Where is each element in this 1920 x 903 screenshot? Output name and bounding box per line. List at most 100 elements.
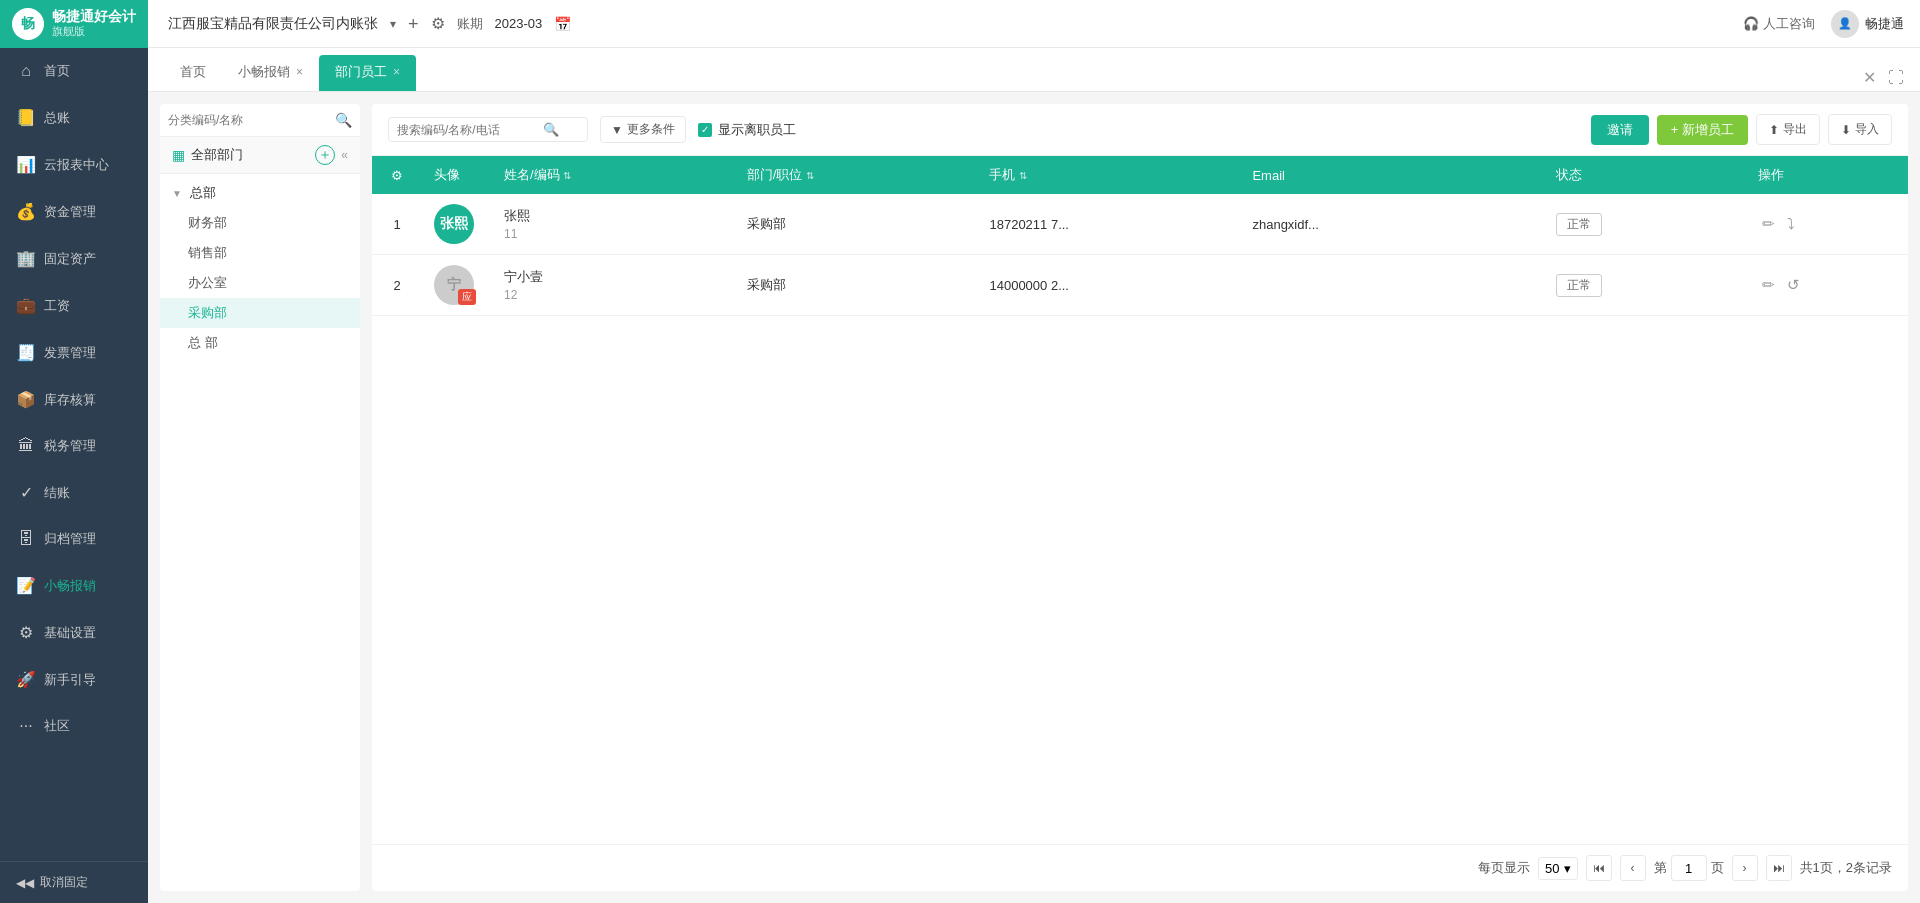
sidebar-item-ledger[interactable]: 📒 总账: [0, 94, 148, 141]
last-page-btn[interactable]: ⏭: [1766, 855, 1792, 881]
invite-btn[interactable]: 邀请: [1591, 115, 1649, 145]
sidebar-item-label: 云报表中心: [44, 156, 109, 174]
tab-expand-btn[interactable]: ⛶: [1888, 69, 1904, 87]
dept-label: 财务部: [188, 215, 227, 230]
status-badge: 正常: [1556, 274, 1602, 297]
dept-node-purchase[interactable]: 采购部: [160, 298, 360, 328]
employee-table-container: ⚙ 头像 姓名/编码 ⇅ 部门/职位 ⇅: [372, 156, 1908, 844]
edit-employee-btn[interactable]: ✏: [1758, 213, 1779, 235]
sidebar-item-basic[interactable]: ⚙ 基础设置: [0, 609, 148, 656]
col-settings[interactable]: ⚙: [372, 156, 422, 194]
user-area[interactable]: 👤 畅捷通: [1831, 10, 1904, 38]
guide-icon: 🚀: [16, 670, 36, 689]
sidebar-item-label: 税务管理: [44, 437, 96, 455]
calendar-icon[interactable]: 📅: [554, 16, 571, 32]
dept-node-finance[interactable]: 财务部: [160, 208, 360, 238]
import-btn[interactable]: ⬇ 导入: [1828, 114, 1892, 145]
toolbar: 🔍 ▼ 更多条件 ✓ 显示离职员工 邀请 + 新增员工 ⬆: [372, 104, 1908, 156]
company-dropdown-btn[interactable]: ▾: [390, 17, 396, 31]
expand-icon: ▼: [172, 188, 182, 199]
dept-search-btn[interactable]: 🔍: [335, 112, 352, 128]
funds-icon: 💰: [16, 202, 36, 221]
sidebar-item-tax[interactable]: 🏛 税务管理: [0, 423, 148, 469]
tab-employee-close-btn[interactable]: ×: [393, 65, 400, 79]
archive-icon: 🗄: [16, 530, 36, 548]
sidebar-item-label: 发票管理: [44, 344, 96, 362]
sidebar-item-assets[interactable]: 🏢 固定资产: [0, 235, 148, 282]
dept-node-hq[interactable]: ▼ 总部: [160, 178, 360, 208]
headset-icon: 🎧: [1743, 16, 1759, 31]
row-index: 2: [372, 255, 422, 316]
filter-btn[interactable]: ▼ 更多条件: [600, 116, 686, 143]
show-inactive-label: 显示离职员工: [718, 121, 796, 139]
tab-home-label: 首页: [180, 63, 206, 81]
sidebar-item-archive[interactable]: 🗄 归档管理: [0, 516, 148, 562]
checkbox-checked-icon: ✓: [698, 123, 712, 137]
name-sort-icon: ⇅: [563, 170, 571, 181]
sidebar-item-checkout[interactable]: ✓ 结账: [0, 469, 148, 516]
unpin-btn[interactable]: ◀◀ 取消固定: [0, 861, 148, 903]
page-number-input[interactable]: [1671, 855, 1707, 881]
settings-btn[interactable]: ⚙: [431, 14, 445, 33]
dept-all-label[interactable]: 全部部门: [191, 146, 309, 164]
sidebar-item-label: 结账: [44, 484, 70, 502]
sidebar-item-home[interactable]: ⌂ 首页: [0, 48, 148, 94]
tab-employee[interactable]: 部门员工 ×: [319, 55, 416, 91]
add-employee-btn[interactable]: + 新增员工: [1657, 115, 1748, 145]
xiao-expense-icon: 📝: [16, 576, 36, 595]
edit-employee-btn[interactable]: ✏: [1758, 274, 1779, 296]
dept-search-input[interactable]: [168, 113, 331, 127]
col-status: 状态: [1544, 156, 1746, 194]
sidebar-item-inventory[interactable]: 📦 库存核算: [0, 376, 148, 423]
sidebar-item-reports[interactable]: 📊 云报表中心: [0, 141, 148, 188]
row-action-cell: ✏ ↺: [1746, 255, 1908, 316]
delete-employee-btn[interactable]: ⤵: [1783, 213, 1799, 234]
col-phone[interactable]: 手机 ⇅: [977, 156, 1240, 194]
sidebar-item-xiao-expense[interactable]: 📝 小畅报销: [0, 562, 148, 609]
tab-expense[interactable]: 小畅报销 ×: [222, 55, 319, 91]
sidebar-item-label: 基础设置: [44, 624, 96, 642]
sidebar-item-guide[interactable]: 🚀 新手引导: [0, 656, 148, 703]
dept-collapse-btn[interactable]: «: [341, 148, 348, 162]
home-icon: ⌂: [16, 62, 36, 80]
service-btn[interactable]: 🎧 人工咨询: [1743, 15, 1815, 33]
page-total-label: 共1页，2条记录: [1800, 859, 1892, 877]
col-action: 操作: [1746, 156, 1908, 194]
dept-add-btn[interactable]: ＋: [315, 145, 335, 165]
dept-tree: ▼ 总部 财务部 销售部 办公室 采购部: [160, 174, 360, 891]
filter-label: 更多条件: [627, 121, 675, 138]
tab-expense-close-btn[interactable]: ×: [296, 65, 303, 79]
pagination: 每页显示 50 ▾ ⏮ ‹ 第 页 › ⏭ 共1页，2条记录: [372, 844, 1908, 891]
dept-node-office[interactable]: 办公室: [160, 268, 360, 298]
service-label: 人工咨询: [1763, 15, 1815, 33]
show-inactive-toggle[interactable]: ✓ 显示离职员工: [698, 121, 796, 139]
employee-code: 12: [504, 288, 723, 302]
export-btn[interactable]: ⬆ 导出: [1756, 114, 1820, 145]
tab-home[interactable]: 首页: [164, 55, 222, 91]
pin-icon: ◀◀: [16, 876, 34, 890]
delete-employee-btn[interactable]: ↺: [1783, 274, 1804, 296]
page-size-label: 每页显示: [1478, 859, 1530, 877]
phone-sort-icon: ⇅: [1019, 170, 1027, 181]
row-dept-cell: 采购部: [735, 255, 978, 316]
dept-node-general[interactable]: 总 部: [160, 328, 360, 358]
sidebar-item-label: 固定资产: [44, 250, 96, 268]
first-page-btn[interactable]: ⏮: [1586, 855, 1612, 881]
sidebar-item-more[interactable]: ··· 社区: [0, 703, 148, 749]
app-version: 旗舰版: [52, 24, 136, 39]
sidebar-item-label: 库存核算: [44, 391, 96, 409]
col-dept[interactable]: 部门/职位 ⇅: [735, 156, 978, 194]
add-company-btn[interactable]: +: [408, 15, 419, 33]
employee-search-input[interactable]: [397, 123, 537, 137]
page-size-select[interactable]: 50 ▾: [1538, 857, 1577, 880]
export-icon: ⬆: [1769, 123, 1779, 137]
col-name[interactable]: 姓名/编码 ⇅: [492, 156, 735, 194]
prev-page-btn[interactable]: ‹: [1620, 855, 1646, 881]
row-action-cell: ✏ ⤵: [1746, 194, 1908, 255]
tab-close-window-btn[interactable]: ✕: [1863, 68, 1876, 87]
dept-node-sales[interactable]: 销售部: [160, 238, 360, 268]
next-page-btn[interactable]: ›: [1732, 855, 1758, 881]
sidebar-item-salary[interactable]: 💼 工资: [0, 282, 148, 329]
sidebar-item-invoice[interactable]: 🧾 发票管理: [0, 329, 148, 376]
sidebar-item-funds[interactable]: 💰 资金管理: [0, 188, 148, 235]
